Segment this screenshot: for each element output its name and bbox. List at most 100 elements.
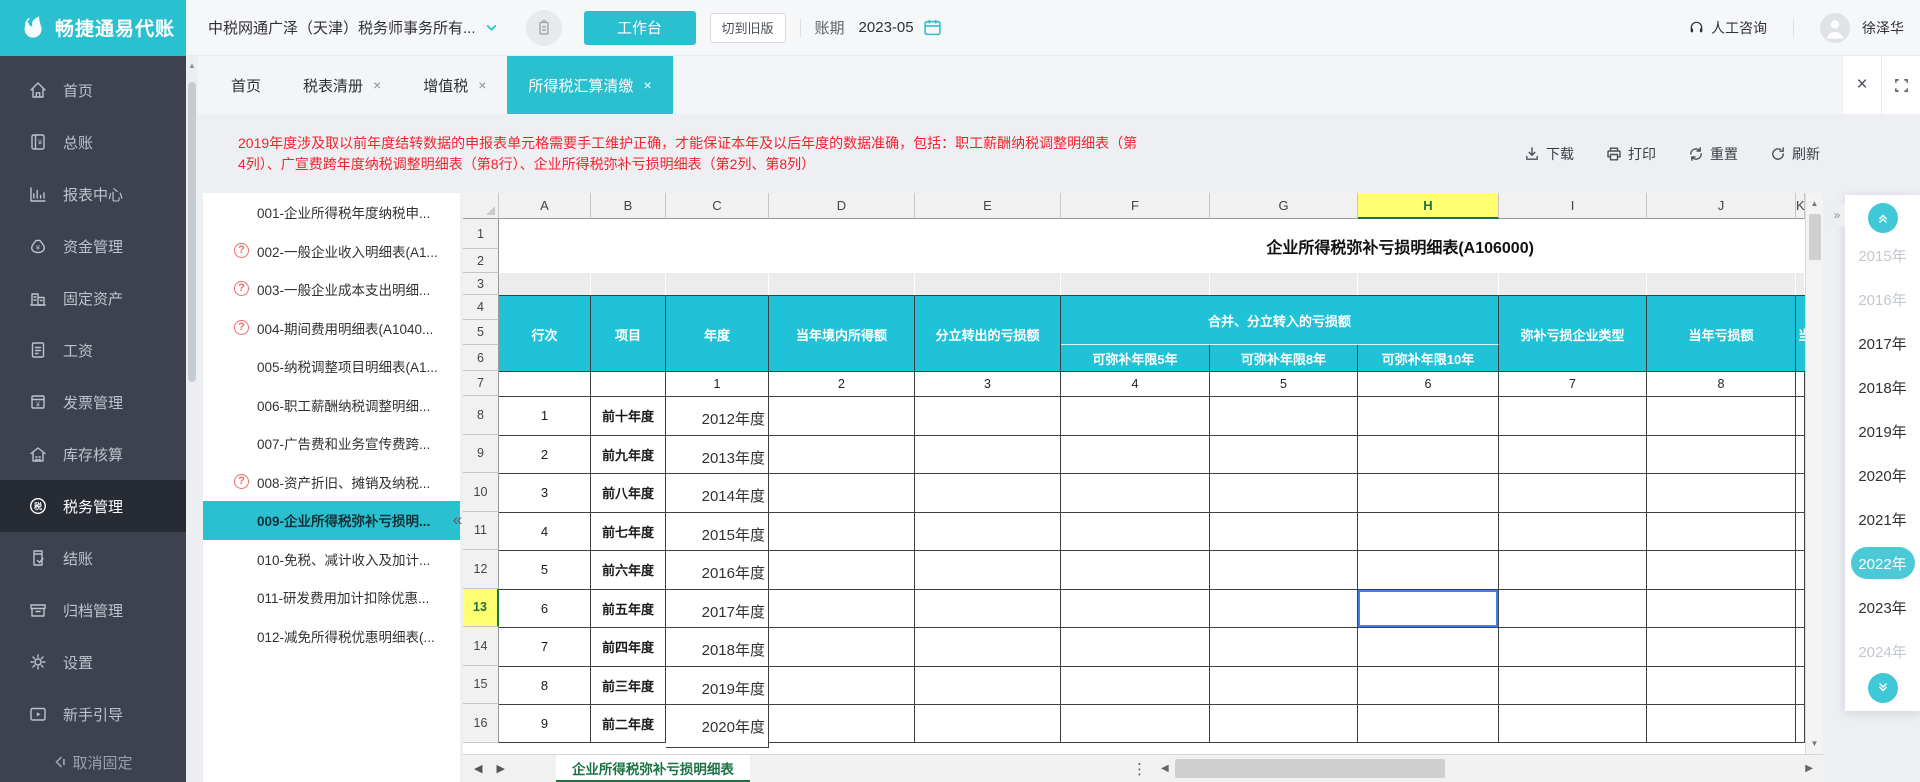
cell-G13[interactable]: [1210, 588, 1358, 627]
cell-H14[interactable]: [1358, 627, 1499, 666]
vertical-scrollbar[interactable]: ▲ ▼: [1805, 193, 1823, 754]
year-item-2019[interactable]: 2019年: [1851, 409, 1915, 453]
scroll-down-icon[interactable]: ▼: [1811, 733, 1819, 754]
row-header-14[interactable]: 14: [463, 627, 499, 666]
sidebar-item-archive[interactable]: 归档管理: [0, 584, 186, 636]
cell-D12[interactable]: [769, 550, 915, 589]
row-header-9[interactable]: 9: [463, 434, 499, 473]
cell-G9[interactable]: [1210, 434, 1358, 473]
cell-B8[interactable]: 前十年度: [591, 396, 666, 435]
avatar[interactable]: [1820, 12, 1850, 43]
cell-B9[interactable]: 前九年度: [591, 434, 666, 473]
sheet-tab[interactable]: 企业所得税弥补亏损明细表: [555, 755, 750, 782]
row-header-7[interactable]: 7: [463, 371, 499, 396]
cell-E12[interactable]: [915, 550, 1061, 589]
row-header-11[interactable]: 11: [463, 511, 499, 550]
column-header-G[interactable]: G: [1210, 193, 1358, 219]
column-header-B[interactable]: B: [591, 193, 666, 219]
sidebar-item-inventory[interactable]: 库存核算: [0, 428, 186, 480]
report-list-item[interactable]: ? 008-资产折旧、摊销及纳税...: [203, 463, 460, 502]
cell-F13[interactable]: [1061, 588, 1210, 627]
cell-I14[interactable]: [1499, 627, 1647, 666]
cell-J16[interactable]: [1647, 704, 1796, 743]
sheet-menu-icon[interactable]: ⋮: [1132, 760, 1147, 778]
cell-F8[interactable]: [1061, 396, 1210, 435]
report-list-item[interactable]: ? 002-一般企业收入明细表(A1...: [203, 232, 460, 271]
years-scroll-up-button[interactable]: [1867, 203, 1898, 233]
tab-vat[interactable]: 增值税 ×: [402, 56, 507, 114]
sidebar-item-funds[interactable]: ¥ 资金管理: [0, 220, 186, 272]
select-all-corner[interactable]: [463, 193, 499, 219]
cell-E10[interactable]: [915, 473, 1061, 512]
cell-C11[interactable]: 2015年度: [666, 511, 769, 556]
row-header-2[interactable]: 2: [463, 249, 499, 273]
next-sheet-icon[interactable]: ▶: [489, 762, 511, 775]
year-item-2021[interactable]: 2021年: [1851, 497, 1915, 541]
row-header-12[interactable]: 12: [463, 550, 499, 589]
cell-D13[interactable]: [769, 588, 915, 627]
year-item-2018[interactable]: 2018年: [1851, 365, 1915, 409]
column-header-F[interactable]: F: [1061, 193, 1210, 219]
cell-G10[interactable]: [1210, 473, 1358, 512]
cell-B15[interactable]: 前三年度: [591, 665, 666, 704]
close-tab-icon[interactable]: ×: [643, 77, 651, 93]
cell-H12[interactable]: [1358, 550, 1499, 589]
years-scroll-down-button[interactable]: [1867, 673, 1898, 703]
sidebar-item-tax[interactable]: 税 税务管理: [0, 480, 186, 532]
scroll-left-icon[interactable]: ◀: [1157, 763, 1173, 774]
username[interactable]: 徐泽华: [1862, 18, 1904, 38]
row-header-16[interactable]: 16: [463, 704, 499, 743]
cell-K11[interactable]: [1796, 511, 1805, 550]
report-list-item[interactable]: 007-广告费和业务宣传费跨...: [203, 424, 460, 463]
fullscreen-icon[interactable]: [1881, 56, 1920, 114]
cell-H15[interactable]: [1358, 665, 1499, 704]
clipboard-badge-icon[interactable]: [525, 9, 562, 46]
cell-G12[interactable]: [1210, 550, 1358, 589]
cell-C15[interactable]: 2019年度: [666, 665, 769, 710]
report-list-item[interactable]: 010-免税、减计收入及加计...: [203, 540, 460, 579]
cell-C14[interactable]: 2018年度: [666, 627, 769, 671]
cell-G16[interactable]: [1210, 704, 1358, 743]
cell-A14[interactable]: 7: [499, 627, 591, 666]
cell-B10[interactable]: 前八年度: [591, 473, 666, 512]
sidebar-item-general-ledger[interactable]: ¥ 总账: [0, 116, 186, 168]
cell-F12[interactable]: [1061, 550, 1210, 589]
cell-E15[interactable]: [915, 665, 1061, 704]
cell-K10[interactable]: [1796, 473, 1805, 512]
tab-income-tax-settlement[interactable]: 所得税汇算清缴 ×: [507, 56, 673, 114]
cell-E13[interactable]: [915, 588, 1061, 627]
cell-H11[interactable]: [1358, 511, 1499, 550]
row-header-8[interactable]: 8: [463, 396, 499, 435]
cell-E14[interactable]: [915, 627, 1061, 666]
scrollbar-thumb[interactable]: [188, 82, 196, 382]
period-value[interactable]: 2023-05: [859, 19, 914, 36]
report-list-item[interactable]: 005-纳税调整项目明细表(A1...: [203, 347, 460, 386]
switch-old-version-button[interactable]: 切到旧版: [709, 12, 786, 43]
scroll-up-icon[interactable]: ▲: [186, 61, 198, 70]
year-item-2020[interactable]: 2020年: [1851, 453, 1915, 497]
sidebar-item-home[interactable]: 首页: [0, 64, 186, 116]
horizontal-scrollbar[interactable]: ◀ ▶: [1157, 755, 1817, 782]
cell-B14[interactable]: 前四年度: [591, 627, 666, 666]
close-all-tabs-icon[interactable]: ×: [1842, 56, 1881, 114]
cell-I11[interactable]: [1499, 511, 1647, 550]
cell-G8[interactable]: [1210, 396, 1358, 435]
cell-G15[interactable]: [1210, 665, 1358, 704]
cell-F9[interactable]: [1061, 434, 1210, 473]
cell-C8[interactable]: 2012年度: [666, 396, 769, 440]
column-header-D[interactable]: D: [769, 193, 915, 219]
sidebar-scrollbar[interactable]: ▲: [186, 56, 198, 782]
cell-J13[interactable]: [1647, 588, 1796, 627]
cell-D9[interactable]: [769, 434, 915, 473]
cell-B11[interactable]: 前七年度: [591, 511, 666, 550]
cell-J15[interactable]: [1647, 665, 1796, 704]
cell-I10[interactable]: [1499, 473, 1647, 512]
row-header-13[interactable]: 13: [463, 588, 499, 627]
scroll-right-icon[interactable]: ▶: [1801, 763, 1817, 774]
row-header-15[interactable]: 15: [463, 665, 499, 704]
cell-D8[interactable]: [769, 396, 915, 435]
cell-F11[interactable]: [1061, 511, 1210, 550]
cell-I13[interactable]: [1499, 588, 1647, 627]
cell-A9[interactable]: 2: [499, 434, 591, 473]
download-button[interactable]: 下载: [1524, 144, 1574, 164]
